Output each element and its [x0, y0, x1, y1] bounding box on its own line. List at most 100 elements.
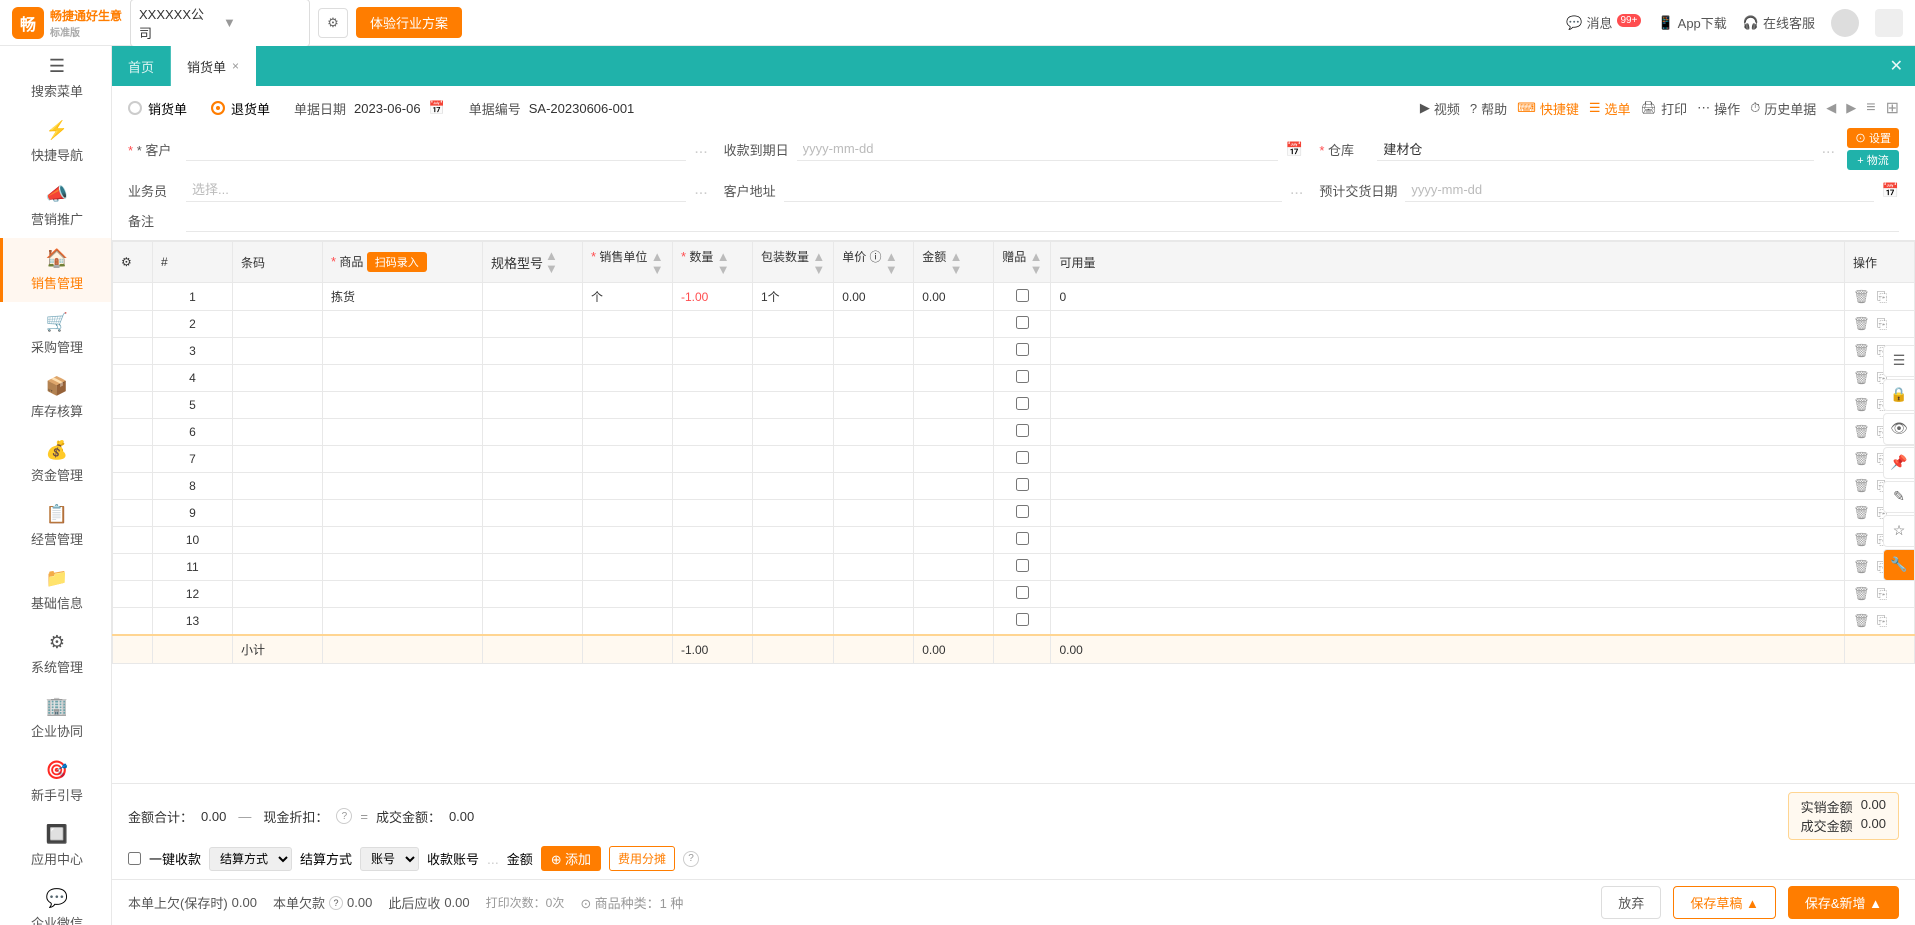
remarks-input[interactable] — [186, 208, 1899, 232]
cell-price-12[interactable] — [834, 608, 914, 636]
cell-qty-7[interactable] — [673, 473, 753, 500]
cell-pack-11[interactable] — [753, 581, 834, 608]
cell-price-1[interactable] — [834, 311, 914, 338]
delete-icon-5[interactable]: 🗑 — [1853, 424, 1870, 439]
cell-unit-0[interactable]: 个 — [583, 283, 673, 311]
company-selector[interactable]: XXXXXX公司 ▼ — [130, 0, 310, 47]
history-button[interactable]: ⏱ 历史单据 — [1750, 99, 1816, 118]
gift-checkbox-5[interactable] — [1016, 424, 1029, 437]
customer-input[interactable] — [186, 137, 686, 161]
cell-gift-11[interactable] — [994, 581, 1051, 608]
cell-pack-10[interactable] — [753, 554, 834, 581]
cell-spec-10[interactable] — [483, 554, 583, 581]
float-tool-orange[interactable]: 🔧 — [1883, 549, 1915, 581]
sidebar-item-inventory[interactable]: 📦 库存核算 — [0, 366, 111, 430]
cell-price-8[interactable] — [834, 500, 914, 527]
sidebar-item-basics[interactable]: 📁 基础信息 — [0, 558, 111, 622]
cell-spec-2[interactable] — [483, 338, 583, 365]
sidebar-item-enterprise[interactable]: 🏢 企业协同 — [0, 686, 111, 750]
float-tool-2[interactable]: 🔒 — [1883, 379, 1915, 411]
cell-pack-12[interactable] — [753, 608, 834, 636]
delete-icon-11[interactable]: 🗑 — [1853, 586, 1870, 601]
expected-delivery-calendar-icon[interactable]: 📅 — [1882, 182, 1899, 199]
online-service-button[interactable]: 🎧 在线客服 — [1743, 13, 1815, 32]
gift-checkbox-7[interactable] — [1016, 478, 1029, 491]
prev-record-icon[interactable]: ◀ — [1826, 100, 1836, 116]
cell-price-2[interactable] — [834, 338, 914, 365]
one-click-payment-checkbox[interactable] — [128, 852, 141, 865]
save-new-button[interactable]: 保存&新增 ▲ — [1788, 886, 1899, 919]
cell-unit-1[interactable] — [583, 311, 673, 338]
cell-gift-8[interactable] — [994, 500, 1051, 527]
cell-pack-9[interactable] — [753, 527, 834, 554]
salesperson-input[interactable] — [186, 178, 686, 202]
customer-more-icon[interactable]: ... — [694, 140, 707, 158]
cell-barcode-9[interactable] — [233, 527, 323, 554]
cell-gift-6[interactable] — [994, 446, 1051, 473]
cell-gift-12[interactable] — [994, 608, 1051, 636]
tab-home[interactable]: 首页 — [112, 46, 171, 86]
sidebar-item-marketing[interactable]: 📣 营销推广 — [0, 174, 111, 238]
cell-amount-12[interactable] — [914, 608, 994, 636]
cell-product-5[interactable] — [323, 419, 483, 446]
expected-delivery-input[interactable] — [1405, 178, 1873, 202]
save-draft-button[interactable]: 保存草稿 ▲ — [1673, 886, 1776, 919]
cell-product-11[interactable] — [323, 581, 483, 608]
sidebar-item-sales[interactable]: 🏠 销售管理 — [0, 238, 111, 302]
video-button[interactable]: ▶ 视频 — [1420, 99, 1460, 118]
tab-sales-order[interactable]: 销货单 × — [171, 46, 256, 86]
cell-spec-7[interactable] — [483, 473, 583, 500]
cell-amount-5[interactable] — [914, 419, 994, 446]
delete-icon-1[interactable]: 🗑 — [1853, 316, 1870, 331]
cell-spec-12[interactable] — [483, 608, 583, 636]
cell-barcode-2[interactable] — [233, 338, 323, 365]
cell-product-1[interactable] — [323, 311, 483, 338]
cell-pack-2[interactable] — [753, 338, 834, 365]
cell-gift-7[interactable] — [994, 473, 1051, 500]
payment-due-input[interactable] — [797, 137, 1278, 161]
help-button[interactable]: ? 帮助 — [1470, 99, 1507, 118]
cell-barcode-4[interactable] — [233, 392, 323, 419]
cell-gift-3[interactable] — [994, 365, 1051, 392]
user-avatar[interactable] — [1831, 9, 1859, 37]
cell-unit-10[interactable] — [583, 554, 673, 581]
cell-gift-10[interactable] — [994, 554, 1051, 581]
cell-gift-1[interactable] — [994, 311, 1051, 338]
cell-amount-9[interactable] — [914, 527, 994, 554]
delete-icon-2[interactable]: 🗑 — [1853, 343, 1870, 358]
cell-qty-8[interactable] — [673, 500, 753, 527]
copy-icon-12[interactable]: ⎘ — [1877, 613, 1887, 628]
date-calendar-icon[interactable]: 📅 — [429, 100, 445, 116]
cell-amount-8[interactable] — [914, 500, 994, 527]
payment-method-select[interactable]: 结算方式 — [209, 847, 292, 871]
discard-button[interactable]: 放弃 — [1601, 886, 1661, 919]
cell-price-3[interactable] — [834, 365, 914, 392]
cell-qty-1[interactable] — [673, 311, 753, 338]
cell-price-6[interactable] — [834, 446, 914, 473]
cell-gift-0[interactable] — [994, 283, 1051, 311]
cell-pack-5[interactable] — [753, 419, 834, 446]
cell-product-6[interactable] — [323, 446, 483, 473]
customer-addr-more-icon[interactable]: ... — [1290, 181, 1303, 199]
ops-button[interactable]: ⋯ 操作 — [1697, 99, 1740, 118]
delete-icon-3[interactable]: 🗑 — [1853, 370, 1870, 385]
sidebar-item-finance[interactable]: 💰 资金管理 — [0, 430, 111, 494]
cell-unit-3[interactable] — [583, 365, 673, 392]
radio-sales-order[interactable]: 销货单 — [128, 99, 187, 118]
gift-checkbox-11[interactable] — [1016, 586, 1029, 599]
cell-gift-2[interactable] — [994, 338, 1051, 365]
cell-amount-1[interactable] — [914, 311, 994, 338]
cell-qty-6[interactable] — [673, 446, 753, 473]
cell-product-12[interactable] — [323, 608, 483, 636]
cell-gift-5[interactable] — [994, 419, 1051, 446]
cell-price-4[interactable] — [834, 392, 914, 419]
cell-barcode-3[interactable] — [233, 365, 323, 392]
cell-pack-6[interactable] — [753, 446, 834, 473]
cell-pack-7[interactable] — [753, 473, 834, 500]
delete-icon-8[interactable]: 🗑 — [1853, 505, 1870, 520]
delete-icon-12[interactable]: 🗑 — [1853, 613, 1870, 628]
delete-icon-7[interactable]: 🗑 — [1853, 478, 1870, 493]
cell-unit-9[interactable] — [583, 527, 673, 554]
grid-view-icon[interactable]: ⊞ — [1886, 98, 1899, 118]
cell-product-8[interactable] — [323, 500, 483, 527]
